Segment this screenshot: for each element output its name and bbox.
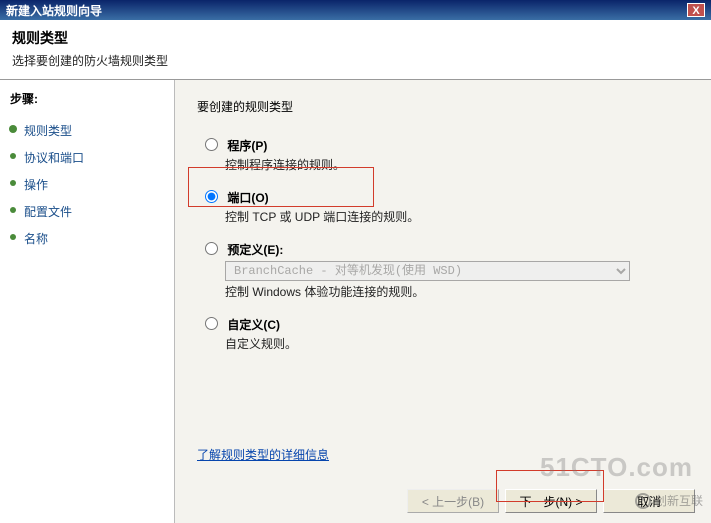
option-port-title: 端口(O) <box>227 191 268 205</box>
sidebar-item-action[interactable]: 操作 <box>4 171 170 198</box>
option-predefined[interactable]: 预定义(E): BranchCache - 对等机发现(使用 WSD) 控制 W… <box>197 241 689 300</box>
sidebar-item-rule-type[interactable]: 规则类型 <box>4 117 170 144</box>
close-icon[interactable]: X <box>687 3 705 17</box>
cancel-button[interactable]: 取消 <box>603 489 695 513</box>
page-subtitle: 选择要创建的防火墙规则类型 <box>12 52 699 69</box>
option-custom[interactable]: 自定义(C) 自定义规则。 <box>197 316 689 352</box>
wizard-sidebar: 步骤: 规则类型 协议和端口 操作 配置文件 名称 <box>0 80 175 523</box>
predefined-dropdown[interactable]: BranchCache - 对等机发现(使用 WSD) <box>225 261 630 281</box>
sidebar-item-profile[interactable]: 配置文件 <box>4 198 170 225</box>
radio-port[interactable] <box>205 190 218 203</box>
sidebar-item-name[interactable]: 名称 <box>4 225 170 252</box>
option-custom-title: 自定义(C) <box>227 318 280 332</box>
wizard-header: 规则类型 选择要创建的防火墙规则类型 <box>0 20 711 80</box>
option-predefined-desc: 控制 Windows 体验功能连接的规则。 <box>225 283 689 300</box>
radio-custom[interactable] <box>205 317 218 330</box>
option-program-desc: 控制程序连接的规则。 <box>225 156 689 173</box>
content-prompt: 要创建的规则类型 <box>197 98 689 115</box>
radio-program[interactable] <box>205 138 218 151</box>
window-titlebar: 新建入站规则向导 X <box>0 0 711 20</box>
sidebar-item-protocol-port[interactable]: 协议和端口 <box>4 144 170 171</box>
steps-heading: 步骤: <box>10 90 170 107</box>
next-button[interactable]: 下一步(N) > <box>505 489 597 513</box>
option-program[interactable]: 程序(P) 控制程序连接的规则。 <box>197 137 689 173</box>
option-port[interactable]: 端口(O) 控制 TCP 或 UDP 端口连接的规则。 <box>197 189 689 225</box>
option-predefined-title: 预定义(E): <box>227 243 283 257</box>
option-program-title: 程序(P) <box>227 139 267 153</box>
wizard-footer: < 上一步(B) 下一步(N) > 取消 <box>407 489 695 513</box>
window-title: 新建入站规则向导 <box>6 2 102 19</box>
radio-predefined[interactable] <box>205 242 218 255</box>
page-title: 规则类型 <box>12 28 699 48</box>
option-port-desc: 控制 TCP 或 UDP 端口连接的规则。 <box>225 208 689 225</box>
wizard-content: 要创建的规则类型 程序(P) 控制程序连接的规则。 端口(O) 控制 TCP 或… <box>175 80 711 523</box>
option-custom-desc: 自定义规则。 <box>225 335 689 352</box>
learn-more-link[interactable]: 了解规则类型的详细信息 <box>197 446 329 463</box>
back-button[interactable]: < 上一步(B) <box>407 489 499 513</box>
